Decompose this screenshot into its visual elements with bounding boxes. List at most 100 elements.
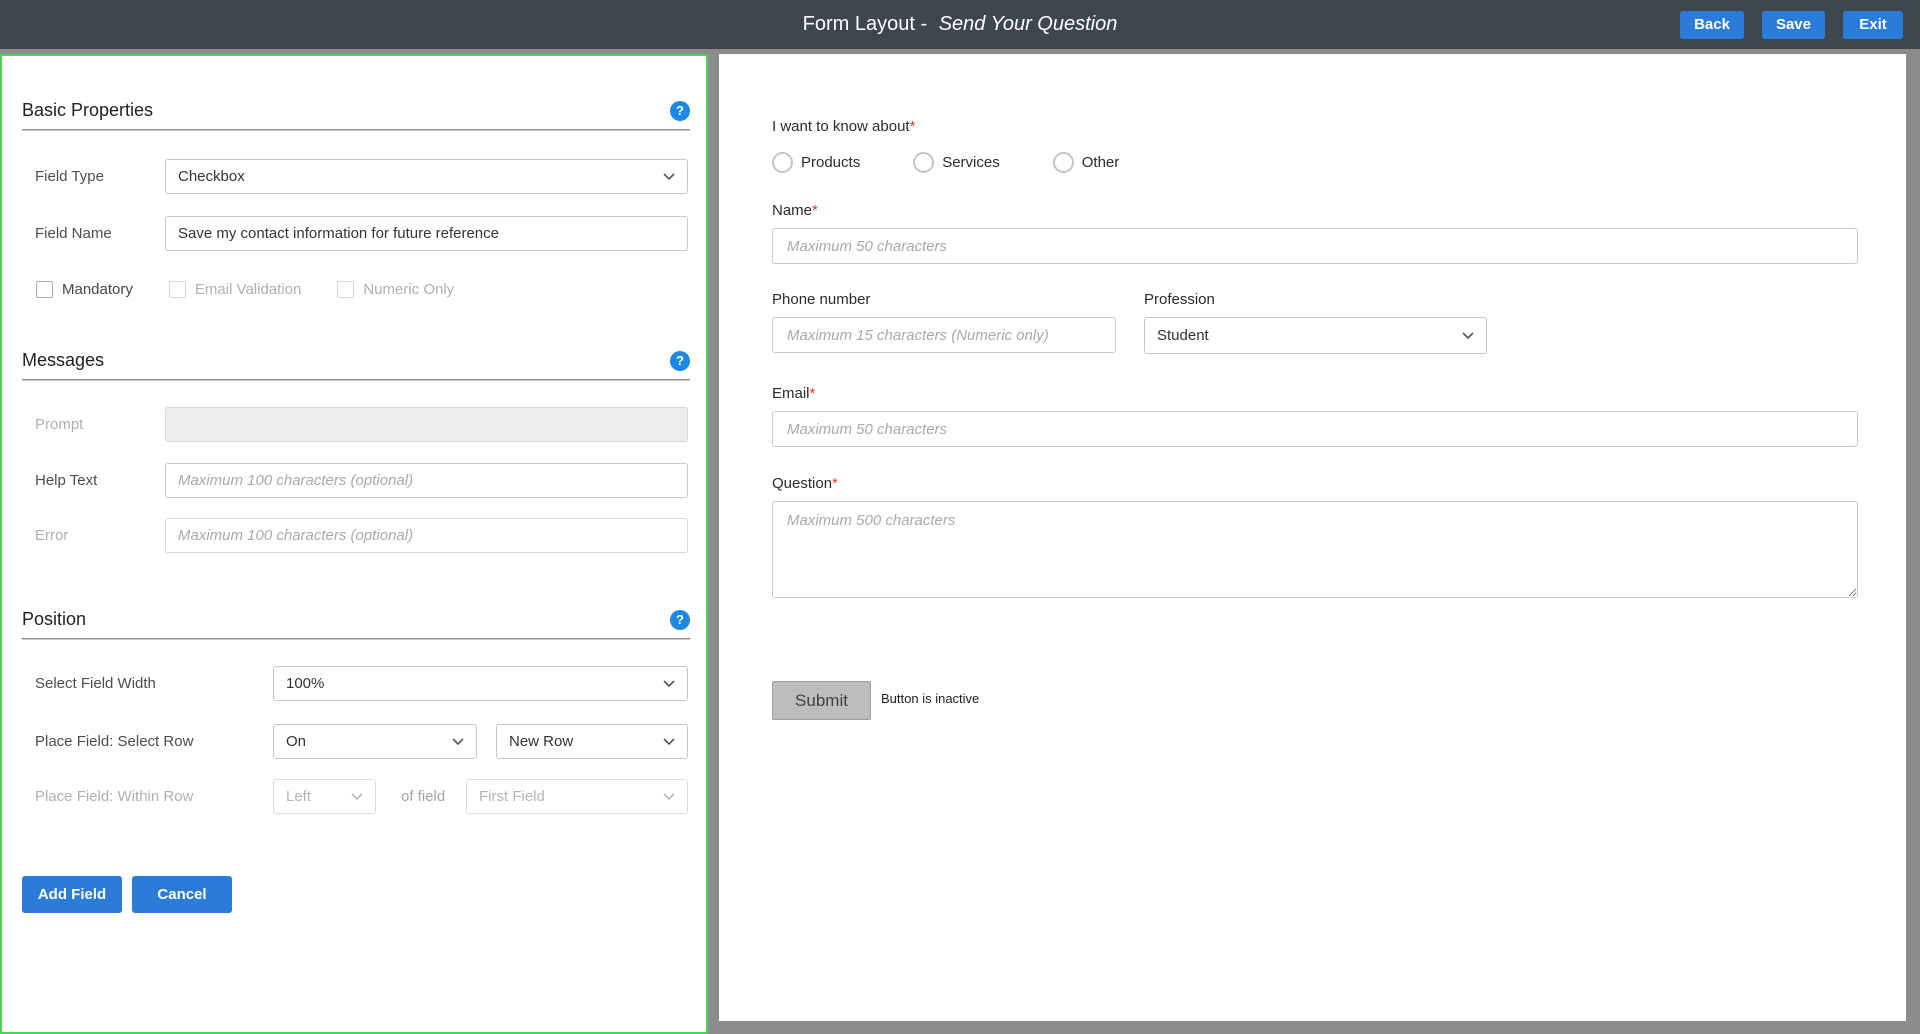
profession-select[interactable]: Student: [1144, 317, 1487, 354]
topbar-actions: Back Save Exit: [1680, 0, 1903, 49]
field-name-label: Field Name: [35, 225, 112, 242]
required-asterisk: *: [812, 202, 818, 219]
required-asterisk: *: [809, 385, 816, 402]
field-type-row: Field Type Checkbox: [35, 159, 688, 194]
help-text-input[interactable]: [165, 463, 688, 498]
error-label: Error: [35, 527, 69, 544]
field-editor-panel: Basic Properties ? Field Type Checkbox F…: [0, 54, 708, 1034]
of-field-text: of field: [401, 788, 446, 805]
name-input[interactable]: [772, 228, 1858, 264]
within-row-row: Place Field: Within Row Left of field Fi…: [35, 779, 688, 814]
select-row-label: Place Field: Select Row: [35, 733, 194, 750]
error-row: Error: [35, 518, 688, 553]
top-bar: Form Layout - Send Your Question Back Sa…: [0, 0, 1920, 49]
prompt-label: Prompt: [35, 416, 84, 433]
phone-profession-row: Phone number Profession Student: [772, 291, 1858, 354]
select-row-mode-value: On: [286, 733, 307, 750]
help-icon-messages[interactable]: ?: [670, 350, 690, 371]
email-input[interactable]: [772, 411, 1858, 447]
section-position-header: Position ?: [22, 609, 690, 630]
question-textarea[interactable]: [772, 501, 1858, 598]
field-name-row: Field Name: [35, 216, 688, 251]
phone-label: Phone number: [772, 291, 871, 308]
submit-row: Submit Button is inactive: [772, 681, 1858, 720]
radio-services[interactable]: [913, 152, 935, 173]
page-title-prefix: Form Layout -: [802, 13, 928, 35]
form-preview-panel: I want to know about* Products Services …: [719, 54, 1906, 1021]
profession-value: Student: [1157, 327, 1209, 344]
question-label-text: Question: [772, 475, 833, 492]
numeric-only-label: Numeric Only: [363, 281, 455, 298]
chevron-down-icon: [663, 680, 675, 687]
help-icon-basic-properties[interactable]: ?: [670, 100, 690, 121]
submit-inactive-note: Button is inactive: [881, 691, 980, 706]
email-label: Email*: [772, 385, 1858, 402]
required-asterisk: *: [909, 118, 916, 135]
messages-heading: Messages: [22, 350, 105, 370]
page-title: Form Layout - Send Your Question: [803, 13, 1118, 36]
radio-other-label: Other: [1081, 154, 1120, 171]
add-field-button[interactable]: Add Field: [22, 876, 122, 913]
profession-label: Profession: [1144, 291, 1215, 308]
email-validation-label: Email Validation: [194, 281, 302, 298]
within-row-label: Place Field: Within Row: [35, 788, 194, 805]
email-validation-checkbox: [168, 281, 186, 298]
submit-button: Submit: [772, 681, 871, 720]
chevron-down-icon: [663, 173, 675, 180]
know-about-radio-group: Products Services Other: [772, 152, 1858, 173]
help-text-row: Help Text: [35, 463, 688, 498]
email-label-text: Email: [772, 385, 810, 402]
within-row-field-select: First Field: [466, 779, 688, 814]
page-title-form-name: Send Your Question: [938, 13, 1118, 35]
position-heading: Position: [22, 609, 87, 629]
field-name-input[interactable]: [165, 216, 688, 251]
field-width-value: 100%: [286, 675, 325, 692]
within-row-side-select: Left: [273, 779, 376, 814]
save-button[interactable]: Save: [1761, 10, 1825, 39]
within-row-side-value: Left: [286, 788, 312, 805]
numeric-only-checkbox: [337, 281, 355, 298]
back-button[interactable]: Back: [1680, 10, 1744, 39]
name-label: Name*: [772, 202, 1858, 219]
mandatory-checkbox[interactable]: [36, 281, 53, 298]
section-messages-header: Messages ?: [22, 350, 690, 371]
select-row-target-select[interactable]: New Row: [496, 724, 688, 759]
basic-properties-heading: Basic Properties: [22, 100, 154, 120]
field-width-label: Select Field Width: [35, 675, 156, 692]
chevron-down-icon: [1462, 332, 1474, 339]
select-row-target-value: New Row: [509, 733, 574, 750]
editor-actions: Add Field Cancel: [22, 876, 706, 913]
select-row-row: Place Field: Select Row On New Row: [35, 724, 688, 759]
field-width-row: Select Field Width 100%: [35, 666, 688, 701]
help-text-label: Help Text: [35, 472, 98, 489]
chevron-down-icon: [351, 793, 363, 800]
prompt-input: [165, 407, 688, 442]
name-label-text: Name: [772, 202, 813, 219]
field-type-select[interactable]: Checkbox: [165, 159, 688, 194]
field-type-value: Checkbox: [178, 168, 245, 185]
section-divider: [22, 129, 690, 131]
phone-input[interactable]: [772, 317, 1116, 353]
question-label: Question*: [772, 475, 1858, 492]
field-type-label: Field Type: [35, 168, 104, 185]
exit-button[interactable]: Exit: [1843, 10, 1903, 39]
section-divider: [22, 379, 690, 381]
cancel-button[interactable]: Cancel: [132, 876, 232, 913]
radio-products-label: Products: [801, 154, 861, 171]
chevron-down-icon: [663, 793, 675, 800]
radio-products[interactable]: [772, 152, 793, 173]
chevron-down-icon: [663, 738, 675, 745]
know-about-label-text: I want to know about: [772, 118, 910, 135]
select-row-mode-select[interactable]: On: [273, 724, 477, 759]
chevron-down-icon: [452, 738, 464, 745]
prompt-row: Prompt: [35, 407, 688, 442]
mandatory-label: Mandatory: [62, 281, 133, 298]
radio-services-label: Services: [942, 154, 1000, 171]
within-row-field-value: First Field: [479, 788, 545, 805]
field-options-row: Mandatory Email Validation Numeric Only: [36, 281, 688, 298]
section-divider: [22, 638, 690, 640]
section-basic-properties-header: Basic Properties ?: [22, 100, 690, 121]
radio-other[interactable]: [1052, 152, 1074, 173]
help-icon-position[interactable]: ?: [670, 609, 690, 630]
field-width-select[interactable]: 100%: [273, 666, 688, 701]
